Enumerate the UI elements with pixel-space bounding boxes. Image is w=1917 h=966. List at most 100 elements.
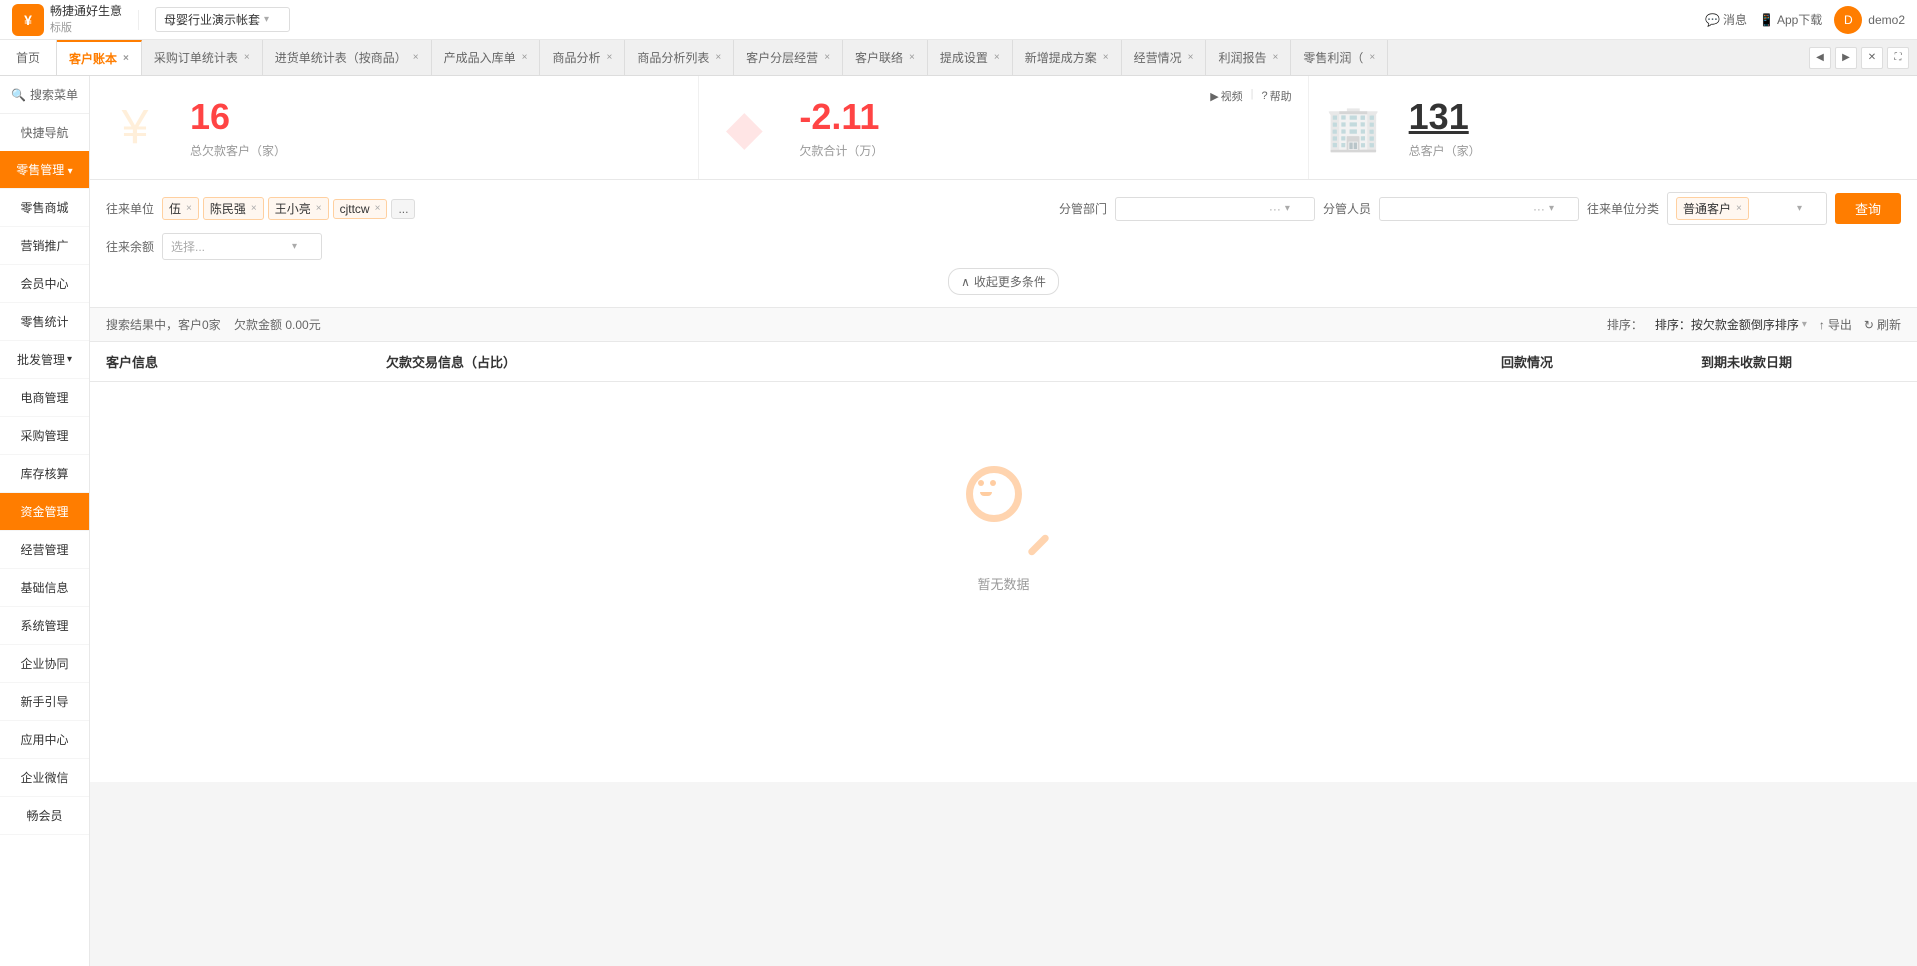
tag2-close[interactable]: × [251, 203, 257, 214]
filter-tag-more[interactable]: ... [391, 199, 415, 219]
sidebar-item-retail[interactable]: 零售管理 ▾ [0, 151, 89, 189]
tag4-label: cjttcw [340, 202, 370, 216]
sidebar-item-vip[interactable]: 畅会员 [0, 797, 89, 835]
filter-tag-4[interactable]: cjttcw × [333, 199, 388, 219]
sidebar-item-new-guide[interactable]: 新手引导 [0, 683, 89, 721]
sidebar-item-operations[interactable]: 经营管理 [0, 531, 89, 569]
sidebar-item-finance[interactable]: 资金管理 [0, 493, 89, 531]
message-icon: 💬 [1705, 13, 1720, 27]
remainder-select[interactable]: 选择... ▾ [162, 233, 322, 260]
app-download-btn[interactable]: 📱 App下载 [1759, 11, 1822, 28]
tab-accounts-payable[interactable]: 客户账本 × [57, 40, 142, 75]
tab-home[interactable]: 首页 [0, 40, 57, 75]
sidebar-ops-label: 经营管理 [20, 543, 68, 557]
tab-operations[interactable]: 经营情况 × [1122, 40, 1207, 75]
workspace-selector[interactable]: 母婴行业演示帐套 ▾ [155, 7, 290, 32]
refresh-btn[interactable]: ↻ 刷新 [1864, 316, 1901, 333]
tab-profit-report[interactable]: 利润报告 × [1206, 40, 1291, 75]
tab-expand-btn[interactable]: ⛶ [1887, 47, 1909, 69]
results-actions: 排序： 排序：按欠款金额倒序排序 ▾ ↑ 导出 ↻ 刷新 [1607, 316, 1901, 333]
sidebar-vip-label: 畅会员 [26, 809, 62, 823]
collapse-btn[interactable]: ∧ 收起更多条件 [948, 268, 1059, 295]
col-debt: 欠款交易信息（占比） [386, 352, 1501, 371]
dept-chevron: ▾ [1285, 203, 1290, 214]
logo-text-block: 畅捷通好生意 标版 [50, 4, 122, 36]
unit-type-value: 普通客户 [1683, 200, 1731, 217]
video-btn[interactable]: ▶ 视频 [1210, 88, 1242, 104]
sidebar-item-system[interactable]: 系统管理 [0, 607, 89, 645]
sidebar-item-marketing[interactable]: 营销推广 [0, 227, 89, 265]
tab-close-operations[interactable]: × [1188, 52, 1194, 63]
tag1-close[interactable]: × [186, 203, 192, 214]
tag3-close[interactable]: × [316, 203, 322, 214]
filter-tag-3[interactable]: 王小亮 × [268, 197, 329, 220]
tab-close-stats[interactable]: × [413, 52, 419, 63]
sidebar-item-ecommerce[interactable]: 电商管理 [0, 379, 89, 417]
tab-retail-profit[interactable]: 零售利润（ × [1291, 40, 1388, 75]
tab-next-btn[interactable]: ▶ [1835, 47, 1857, 69]
tab-customer-tier[interactable]: 客户分层经营 × [734, 40, 843, 75]
person-select[interactable]: ··· ▾ [1379, 197, 1579, 221]
tab-close-profit[interactable]: × [1272, 52, 1278, 63]
tab-close-contact[interactable]: × [909, 52, 915, 63]
tag1-label: 伍 [169, 200, 181, 217]
message-btn[interactable]: 💬 消息 [1705, 11, 1747, 28]
sidebar-guide-label: 新手引导 [20, 695, 68, 709]
sidebar-item-wholesale[interactable]: 批发管理 ▾ [0, 341, 89, 379]
main-layout: 🔍 搜索菜单 快捷导航 零售管理 ▾ 零售商城 营销推广 会员中心 零售统计 批… [0, 76, 1917, 966]
sidebar-item-enterprise[interactable]: 企业协同 [0, 645, 89, 683]
tab-prev-btn[interactable]: ◀ [1809, 47, 1831, 69]
unit-type-close[interactable]: × [1736, 203, 1742, 214]
sidebar-inventory-label: 库存核算 [20, 467, 68, 481]
tab-close-production[interactable]: × [522, 52, 528, 63]
tab-purchase-order[interactable]: 采购订单统计表 × [142, 40, 263, 75]
sidebar-item-retail-mall[interactable]: 零售商城 [0, 189, 89, 227]
sidebar-item-retail-stats[interactable]: 零售统计 [0, 303, 89, 341]
empty-state: 暂无数据 [90, 382, 1917, 673]
unit-type-tag[interactable]: 普通客户 × [1676, 197, 1749, 220]
unit-type-select[interactable]: 普通客户 × ▾ [1667, 192, 1827, 225]
tab-customer-contact[interactable]: 客户联络 × [843, 40, 928, 75]
sidebar-item-corp-wechat[interactable]: 企业微信 [0, 759, 89, 797]
sidebar-quick-nav[interactable]: 快捷导航 [0, 114, 89, 151]
sort-value: 排序：按欠款金额倒序排序 [1655, 316, 1799, 333]
user-area[interactable]: D demo2 [1834, 6, 1905, 34]
sidebar-search[interactable]: 🔍 搜索菜单 [0, 76, 89, 114]
sort-select[interactable]: 排序：按欠款金额倒序排序 ▾ [1655, 316, 1807, 333]
tab-close-goods[interactable]: × [606, 52, 612, 63]
tab-close-accounts[interactable]: × [123, 53, 129, 64]
sidebar-item-member[interactable]: 会员中心 [0, 265, 89, 303]
sidebar-item-inventory[interactable]: 库存核算 [0, 455, 89, 493]
tab-reminder[interactable]: 提成设置 × [928, 40, 1013, 75]
tab-close-purchase[interactable]: × [244, 52, 250, 63]
sidebar-item-purchase[interactable]: 采购管理 [0, 417, 89, 455]
tab-close-retail[interactable]: × [1369, 52, 1375, 63]
tab-goods-analysis[interactable]: 商品分析 × [540, 40, 625, 75]
tab-close-reminder[interactable]: × [994, 52, 1000, 63]
sidebar-item-app-center[interactable]: 应用中心 [0, 721, 89, 759]
export-btn[interactable]: ↑ 导出 [1819, 316, 1852, 333]
help-btn[interactable]: ? 帮助 [1262, 88, 1292, 104]
sidebar-item-basic[interactable]: 基础信息 [0, 569, 89, 607]
tab-close-goods-list[interactable]: × [715, 52, 721, 63]
collapse-label: 收起更多条件 [974, 273, 1046, 290]
stat-card-3: 🏢 131 总客户（家） [1309, 76, 1917, 179]
tag4-close[interactable]: × [375, 203, 381, 214]
tab-production[interactable]: 产成品入库单 × [432, 40, 541, 75]
tab-goods-analysis-list[interactable]: 商品分析列表 × [625, 40, 734, 75]
tab-close-scheme[interactable]: × [1103, 52, 1109, 63]
stat3-value: 131 [1409, 96, 1481, 138]
filter-row-2: 往来余额 选择... ▾ [106, 233, 1901, 260]
filter-tag-2[interactable]: 陈民强 × [203, 197, 264, 220]
query-button[interactable]: 查询 [1835, 193, 1901, 224]
tab-purchase-stats[interactable]: 进货单统计表（按商品） × [263, 40, 432, 75]
tab-close-tier[interactable]: × [824, 52, 830, 63]
tab-close-all-btn[interactable]: ✕ [1861, 47, 1883, 69]
stat2-actions: ▶ 视频 | ? 帮助 [1210, 88, 1291, 104]
tab-bar: 首页 客户账本 × 采购订单统计表 × 进货单统计表（按商品） × 产成品入库单… [0, 40, 1917, 76]
filter-tag-1[interactable]: 伍 × [162, 197, 199, 220]
tab-new-scheme[interactable]: 新增提成方案 × [1013, 40, 1122, 75]
results-amount: 欠款金额 0.00元 [234, 318, 321, 332]
dept-dots: ··· [1269, 202, 1281, 216]
dept-select[interactable]: ··· ▾ [1115, 197, 1315, 221]
